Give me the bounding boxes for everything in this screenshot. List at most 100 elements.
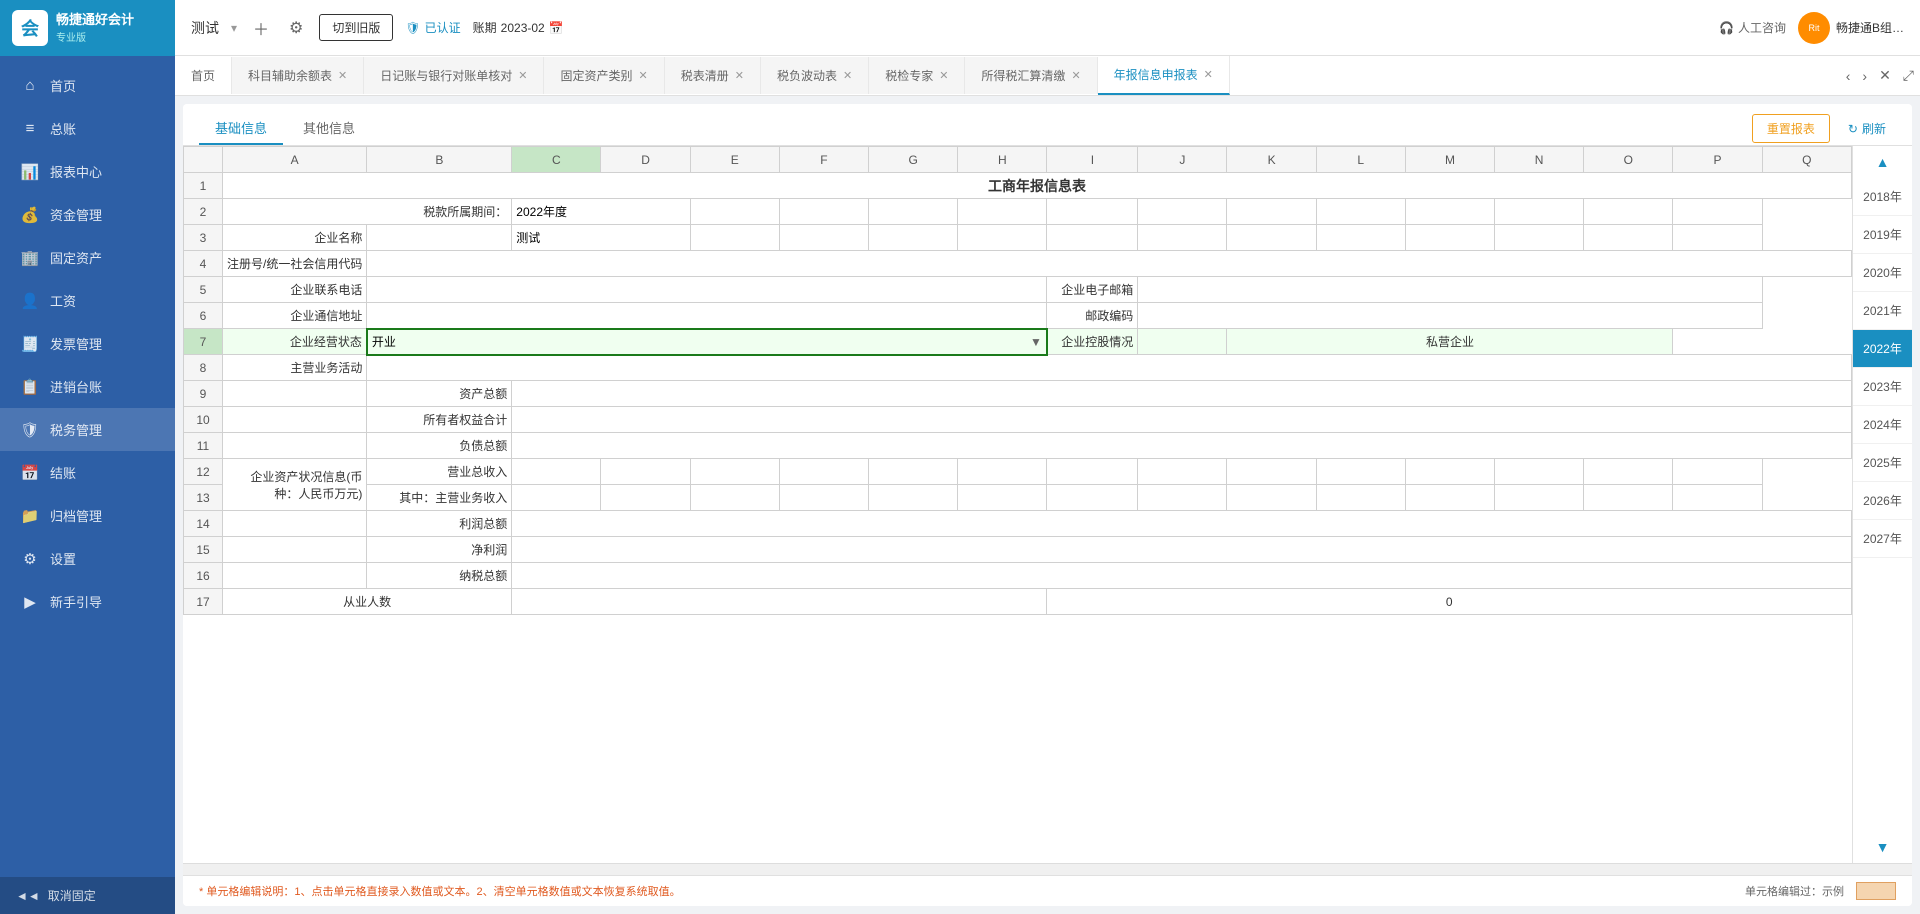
sub-tab-基础信息[interactable]: 基础信息 bbox=[199, 112, 283, 145]
sheet-cell: 所有者权益合计 bbox=[367, 407, 512, 433]
sidebar-item-设置[interactable]: ⚙设置 bbox=[0, 537, 175, 580]
spreadsheet-scroll[interactable]: ABCDEFGHIJKLMNOPQ1工商年报信息表2税款所属期间：2022年度3… bbox=[183, 146, 1852, 863]
year-panel: ▲ 2018年2019年2020年2021年2022年2023年2024年202… bbox=[1852, 146, 1912, 863]
tab-close-icon[interactable]: ✕ bbox=[843, 69, 852, 82]
tab-税负波动表[interactable]: 税负波动表✕ bbox=[761, 57, 869, 94]
sheet-cell bbox=[223, 511, 367, 537]
topbar-add-button[interactable]: ＋ bbox=[249, 12, 273, 44]
tab-close-icon[interactable]: ✕ bbox=[1204, 68, 1213, 81]
tab-税表清册[interactable]: 税表清册✕ bbox=[665, 57, 761, 94]
table-row-4: 4注册号/统一社会信用代码 bbox=[184, 251, 1852, 277]
year-scroll-up-button[interactable]: ▲ bbox=[1872, 150, 1894, 174]
sidebar-item-工资[interactable]: 👤工资 bbox=[0, 279, 175, 322]
year-item-2027年[interactable]: 2027年 bbox=[1853, 520, 1912, 558]
col-header-O: O bbox=[1584, 147, 1673, 173]
sheet-cell: 营业总收入 bbox=[367, 459, 512, 485]
example-label: 单元格编辑过：示例 bbox=[1745, 883, 1844, 899]
sheet-cell bbox=[1138, 329, 1227, 355]
sidebar-icon: ≡ bbox=[20, 120, 40, 137]
sheet-cell bbox=[1584, 485, 1673, 511]
sidebar-nav: ⌂首页≡总账📊报表中心💰资金管理🏢固定资产👤工资🧾发票管理📋进销台账🛡税务管理📅… bbox=[0, 56, 175, 877]
sidebar-item-新手引导[interactable]: ▶新手引导 bbox=[0, 580, 175, 623]
sidebar-item-资金管理[interactable]: 💰资金管理 bbox=[0, 193, 175, 236]
table-row-16: 16纳税总额 bbox=[184, 563, 1852, 589]
year-item-2024年[interactable]: 2024年 bbox=[1853, 406, 1912, 444]
sidebar-pin-button[interactable]: ◄◄ 取消固定 bbox=[0, 877, 175, 914]
tab-close-icon[interactable]: ✕ bbox=[639, 69, 648, 82]
sidebar-item-报表中心[interactable]: 📊报表中心 bbox=[0, 150, 175, 193]
reset-report-button[interactable]: 重置报表 bbox=[1752, 114, 1830, 143]
sidebar-item-进销台账[interactable]: 📋进销台账 bbox=[0, 365, 175, 408]
sheet-cell bbox=[1047, 459, 1138, 485]
row-header-14: 14 bbox=[184, 511, 223, 537]
year-item-2023年[interactable]: 2023年 bbox=[1853, 368, 1912, 406]
topbar-dropdown-arrow[interactable]: ▾ bbox=[231, 21, 237, 35]
sidebar-icon: 💰 bbox=[20, 206, 40, 224]
topbar-service-button[interactable]: 🎧 人工咨询 bbox=[1719, 19, 1786, 36]
tab-年报信息申报表[interactable]: 年报信息申报表✕ bbox=[1098, 56, 1230, 95]
col-header-C: C bbox=[512, 147, 601, 173]
sidebar-item-固定资产[interactable]: 🏢固定资产 bbox=[0, 236, 175, 279]
dropdown-arrow-icon[interactable]: ▼ bbox=[1030, 335, 1042, 349]
sheet-cell bbox=[367, 225, 512, 251]
sidebar-item-结账[interactable]: 📅结账 bbox=[0, 451, 175, 494]
year-item-2020年[interactable]: 2020年 bbox=[1853, 254, 1912, 292]
tab-expand-button[interactable]: ⤢ bbox=[1897, 59, 1920, 92]
tab-close-icon[interactable]: ✕ bbox=[939, 69, 948, 82]
sheet-cell[interactable]: 开业▼ bbox=[367, 329, 1047, 355]
tab-close-icon[interactable]: ✕ bbox=[338, 69, 347, 82]
sidebar-icon: ⚙ bbox=[20, 550, 40, 568]
tab-close-icon[interactable]: ✕ bbox=[735, 69, 744, 82]
sheet-cell bbox=[1316, 459, 1405, 485]
year-item-2025年[interactable]: 2025年 bbox=[1853, 444, 1912, 482]
sheet-cell bbox=[1673, 459, 1762, 485]
tab-所得税汇算清缴[interactable]: 所得税汇算清缴✕ bbox=[965, 57, 1097, 94]
sheet-cell: 私营企业 bbox=[1227, 329, 1673, 355]
year-item-2026年[interactable]: 2026年 bbox=[1853, 482, 1912, 520]
sidebar-item-归档管理[interactable]: 📁归档管理 bbox=[0, 494, 175, 537]
col-header-M: M bbox=[1405, 147, 1494, 173]
year-item-2018年[interactable]: 2018年 bbox=[1853, 178, 1912, 216]
sheet-cell bbox=[869, 225, 958, 251]
spreadsheet-panel: 基础信息其他信息 重置报表 ↻ 刷新 ABCDEFGHIJKLMNOPQ1工商年… bbox=[183, 104, 1912, 906]
col-header-N: N bbox=[1495, 147, 1584, 173]
sidebar-item-总账[interactable]: ≡总账 bbox=[0, 107, 175, 150]
tab-nav-next-button[interactable]: › bbox=[1856, 60, 1873, 92]
sidebar-item-发票管理[interactable]: 🧾发票管理 bbox=[0, 322, 175, 365]
calendar-icon[interactable]: 📅 bbox=[549, 21, 564, 35]
sheet-cell: 注册号/统一社会信用代码 bbox=[223, 251, 367, 277]
main-content: 测试 ▾ ＋ ⚙ 切到旧版 🛡 已认证 账期 2023-02 📅 🎧 人工咨询 … bbox=[175, 0, 1920, 914]
topbar-settings-button[interactable]: ⚙ bbox=[285, 14, 307, 42]
year-panel-bottom-nav: ▼ bbox=[1853, 831, 1912, 863]
table-row-6: 6企业通信地址邮政编码 bbox=[184, 303, 1852, 329]
sheet-cell bbox=[512, 407, 1852, 433]
table-row-13: 13其中：主营业务收入 bbox=[184, 485, 1852, 511]
topbar-old-version-button[interactable]: 切到旧版 bbox=[319, 14, 393, 41]
year-item-2022年[interactable]: 2022年 bbox=[1853, 330, 1912, 368]
year-item-2021年[interactable]: 2021年 bbox=[1853, 292, 1912, 330]
col-header-H: H bbox=[958, 147, 1047, 173]
tab-首页[interactable]: 首页 bbox=[175, 57, 232, 94]
tab-nav-prev-button[interactable]: ‹ bbox=[1840, 60, 1857, 92]
sheet-cell bbox=[958, 485, 1047, 511]
table-row-14: 14利润总额 bbox=[184, 511, 1852, 537]
sub-tab-其他信息[interactable]: 其他信息 bbox=[287, 112, 371, 145]
year-scroll-down-button[interactable]: ▼ bbox=[1872, 835, 1894, 859]
sheet-cell bbox=[512, 459, 601, 485]
tab-close-icon[interactable]: ✕ bbox=[518, 69, 527, 82]
sidebar-item-税务管理[interactable]: 🛡税务管理 bbox=[0, 408, 175, 451]
refresh-button[interactable]: ↻ 刷新 bbox=[1838, 114, 1896, 143]
tab-close-all-button[interactable]: ✕ bbox=[1873, 59, 1897, 92]
sheet-cell bbox=[512, 433, 1852, 459]
tab-税检专家[interactable]: 税检专家✕ bbox=[869, 57, 965, 94]
tab-close-icon[interactable]: ✕ bbox=[1071, 69, 1080, 82]
user-avatar: Rit bbox=[1798, 12, 1830, 44]
year-item-2019年[interactable]: 2019年 bbox=[1853, 216, 1912, 254]
sidebar-item-首页[interactable]: ⌂首页 bbox=[0, 64, 175, 107]
sheet-cell: 净利润 bbox=[367, 537, 512, 563]
horizontal-scrollbar[interactable] bbox=[183, 863, 1912, 875]
tab-固定资产类别[interactable]: 固定资产类别✕ bbox=[544, 57, 664, 94]
tab-科目辅助余额表[interactable]: 科目辅助余额表✕ bbox=[232, 57, 364, 94]
tab-日记账与银行对账单核对[interactable]: 日记账与银行对账单核对✕ bbox=[364, 57, 544, 94]
topbar-user[interactable]: Rit 畅捷通B组… bbox=[1798, 12, 1904, 44]
